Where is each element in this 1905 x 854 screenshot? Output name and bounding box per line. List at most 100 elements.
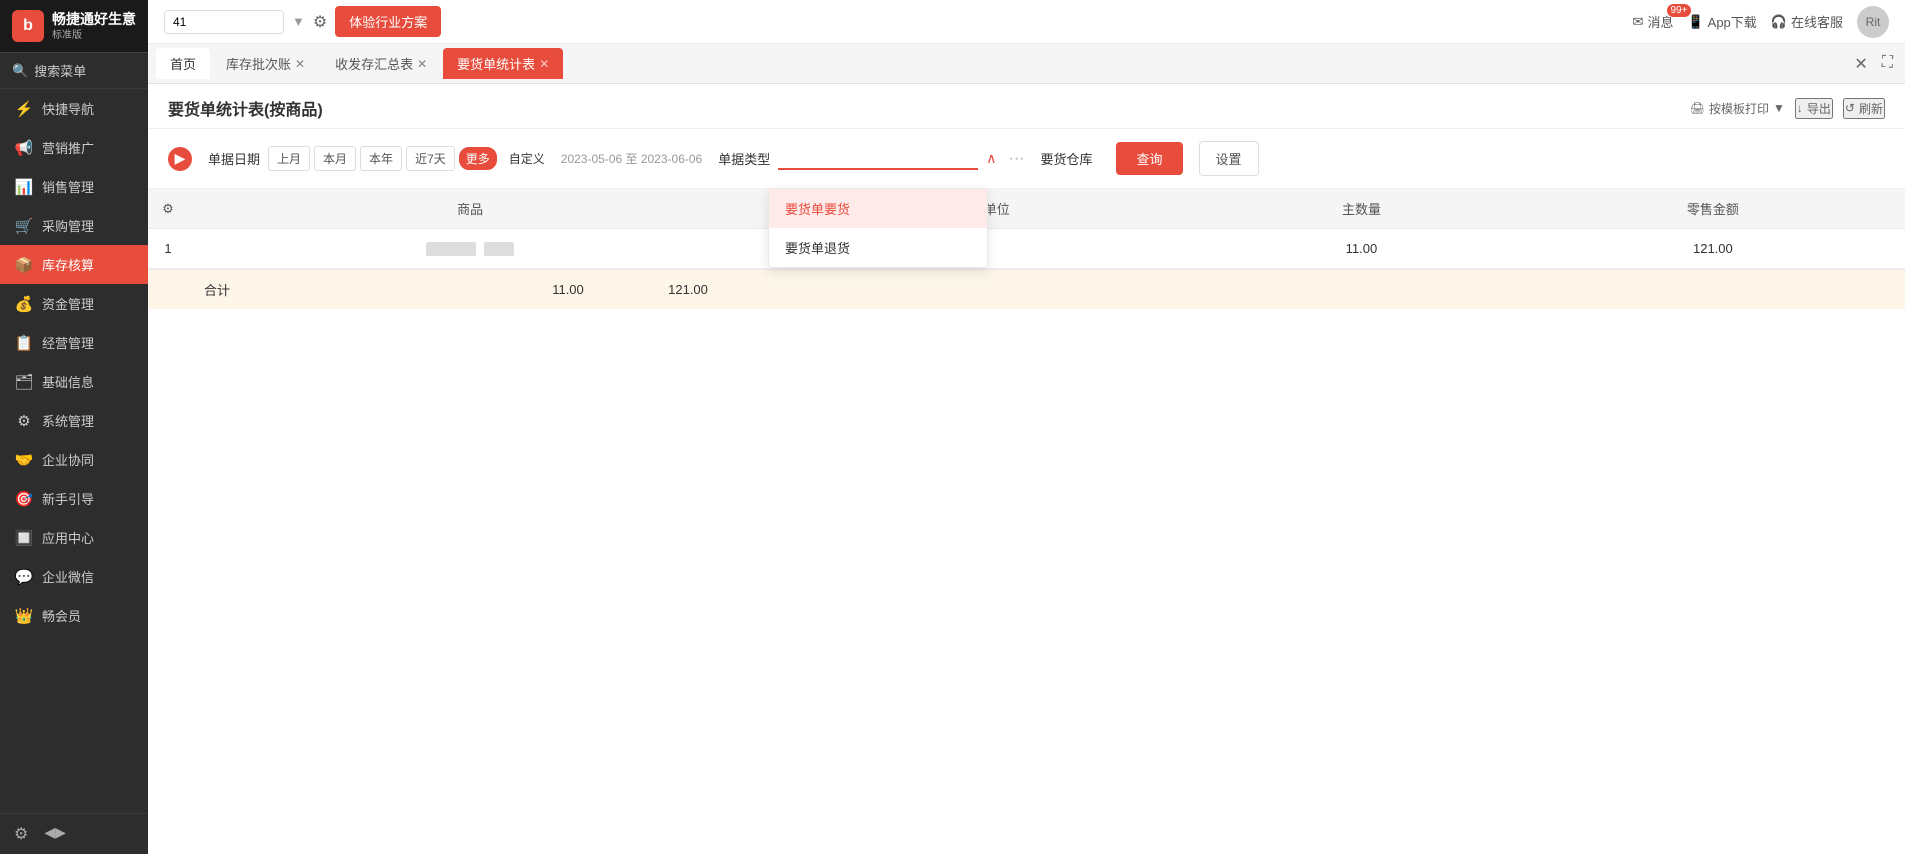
footer-quantity: 11.00 xyxy=(552,282,584,297)
sidebar-item-label-enterprise: 企业协同 xyxy=(42,450,94,469)
btn-refresh[interactable]: ↺ 刷新 xyxy=(1843,98,1885,119)
sidebar-item-marketing[interactable]: 📢营销推广 xyxy=(0,128,148,167)
sidebar-item-label-system: 系统管理 xyxy=(42,411,94,430)
finance-icon: 💰 xyxy=(14,295,34,313)
sidebar-item-operation[interactable]: 📋经营管理 xyxy=(0,323,148,362)
tab-order-stat-close[interactable]: ✕ xyxy=(539,57,549,71)
tab-inventory-batch-close[interactable]: ✕ xyxy=(295,57,305,71)
sidebar-item-enterprise[interactable]: 🤝 企业协同 xyxy=(0,440,148,479)
type-dropdown-menu: 要货单要货 要货单退货 xyxy=(768,188,988,268)
sidebar-item-purchase[interactable]: 🛒 采购管理 xyxy=(0,206,148,245)
warehouse-label: 要货仓库 xyxy=(1040,149,1092,168)
btn-export-label: 导出 xyxy=(1807,100,1831,117)
btn-refresh-label: 刷新 xyxy=(1859,100,1883,117)
date-btn-last-month[interactable]: 上月 xyxy=(268,146,310,171)
col-product: 商品 xyxy=(188,189,752,229)
sidebar-item-quick-nav[interactable]: ⚡ 快捷导航 xyxy=(0,89,148,128)
sidebar-search[interactable]: 🔍 搜索菜单 xyxy=(0,53,148,89)
table-row: 1 块 11.00 121.00 xyxy=(148,229,1905,269)
app-download-button[interactable]: 📱 App下载 xyxy=(1687,12,1756,31)
chevron-down-icon: ▼ xyxy=(1773,101,1785,115)
sidebar-item-finance[interactable]: 💰 资金管理 xyxy=(0,284,148,323)
filter-bar: ▶ 单据日期 上月 本月 本年 近7天 更多 自定义 2023-05-06 至 … xyxy=(148,129,1905,189)
app-download-label: App下载 xyxy=(1708,12,1757,31)
col-amount: 零售金额 xyxy=(1521,189,1905,229)
user-avatar[interactable]: Rit xyxy=(1857,6,1889,38)
tab-expand-button[interactable]: ⛶ xyxy=(1878,50,1897,78)
tab-order-stat-label: 要货单统计表 xyxy=(457,54,535,73)
table-settings-icon[interactable]: ⚙ xyxy=(162,201,174,216)
sidebar-item-basic[interactable]: 🗂基础信息 xyxy=(0,362,148,401)
topbar-dropdown-arrow[interactable]: ▼ xyxy=(292,14,305,29)
date-btn-this-year[interactable]: 本年 xyxy=(360,146,402,171)
page-content: 要货单统计表(按商品) 🖨 按模板打印 ▼ ↓ 导出 ↺ 刷新 ▶ xyxy=(148,84,1905,854)
service-icon: 🎧 xyxy=(1771,14,1787,30)
cell-quantity: 11.00 xyxy=(1202,229,1521,269)
btn-settings-filter[interactable]: 设置 xyxy=(1199,141,1259,176)
refresh-icon: ↺ xyxy=(1845,101,1855,115)
tab-receivable-label: 收发存汇总表 xyxy=(335,54,413,73)
sidebar-item-inventory[interactable]: 📦库存核算 xyxy=(0,245,148,284)
messages-button[interactable]: ✉ 消息 99+ xyxy=(1633,12,1674,31)
tab-order-stat[interactable]: 要货单统计表 ✕ xyxy=(443,48,563,79)
basic-icon: 🗂 xyxy=(14,373,34,391)
main-area: ▼ ⚙ 体验行业方案 ✉ 消息 99+ 📱 App下载 🎧 在线客服 Rit xyxy=(148,0,1905,854)
enterprise-icon: 🤝 xyxy=(14,451,34,469)
tab-home[interactable]: 首页 xyxy=(156,48,210,79)
online-service-label: 在线客服 xyxy=(1791,12,1843,31)
sidebar-item-label-wechat: 企业微信 xyxy=(42,567,94,586)
tab-inventory-batch[interactable]: 库存批次账 ✕ xyxy=(212,48,319,79)
btn-template-label: 按模板打印 xyxy=(1709,100,1769,117)
footer-label: 合计 xyxy=(204,283,230,298)
operation-icon: 📋 xyxy=(14,334,34,352)
online-service-button[interactable]: 🎧 在线客服 xyxy=(1771,12,1843,31)
sidebar-item-system[interactable]: ⚙系统管理 xyxy=(0,401,148,440)
data-table-wrap: ⚙ 商品 主计量单位 主数量 零售金额 1 块 11.00 121.00 xyxy=(148,189,1905,269)
sidebar-item-label-finance: 资金管理 xyxy=(42,294,94,313)
filter-expand-button[interactable]: ▶ xyxy=(168,147,192,171)
topbar-promo-button[interactable]: 体验行业方案 xyxy=(335,6,441,37)
type-input[interactable] xyxy=(778,147,978,170)
page-header: 要货单统计表(按商品) 🖨 按模板打印 ▼ ↓ 导出 ↺ 刷新 xyxy=(148,84,1905,129)
sidebar-item-wechat[interactable]: 💬 企业微信 xyxy=(0,557,148,596)
sidebar-item-apps[interactable]: 🔲应用中心 xyxy=(0,518,148,557)
app-title: 畅捷通好生意 xyxy=(52,10,136,28)
sales-icon: 📊 xyxy=(14,178,34,196)
type-more-icon[interactable]: ··· xyxy=(1008,150,1024,168)
dropdown-item-order-purchase[interactable]: 要货单要货 xyxy=(769,189,987,228)
page-title: 要货单统计表(按商品) xyxy=(168,96,323,120)
app-icon: b xyxy=(12,10,44,42)
quick-nav-icon: ⚡ xyxy=(14,100,34,118)
tab-close-all-button[interactable]: ✕ xyxy=(1850,50,1871,78)
btn-export[interactable]: ↓ 导出 xyxy=(1795,98,1833,119)
sidebar-item-label-apps: 应用中心 xyxy=(42,528,94,547)
date-btn-custom[interactable]: 自定义 xyxy=(501,147,553,170)
sidebar-collapse-icon[interactable]: ◀▶ xyxy=(44,824,66,844)
btn-template-print[interactable]: 🖨 按模板打印 ▼ xyxy=(1690,100,1785,117)
print-icon: 🖨 xyxy=(1690,101,1705,115)
sidebar-item-label-quick-nav: 快捷导航 xyxy=(42,99,94,118)
date-btn-more[interactable]: 更多 xyxy=(459,147,497,170)
topbar-gear-icon[interactable]: ⚙ xyxy=(313,12,327,32)
dropdown-item-order-return[interactable]: 要货单退货 xyxy=(769,228,987,267)
tab-receivable[interactable]: 收发存汇总表 ✕ xyxy=(321,48,441,79)
cell-amount: 121.00 xyxy=(1521,229,1905,269)
sidebar-item-guide[interactable]: 🎯新手引导 xyxy=(0,479,148,518)
sidebar-item-member[interactable]: 👑畅会员 xyxy=(0,596,148,635)
date-btn-this-month[interactable]: 本月 xyxy=(314,146,356,171)
btn-query[interactable]: 查询 xyxy=(1116,142,1182,175)
wechat-icon: 💬 xyxy=(14,568,34,586)
col-quantity: 主数量 xyxy=(1202,189,1521,229)
member-icon: 👑 xyxy=(14,607,34,625)
topbar-search-input[interactable] xyxy=(164,10,284,34)
tab-receivable-close[interactable]: ✕ xyxy=(417,57,427,71)
sidebar-item-sales[interactable]: 📊销售管理 xyxy=(0,167,148,206)
date-btn-7days[interactable]: 近7天 xyxy=(406,146,455,171)
sidebar-item-label-purchase: 采购管理 xyxy=(42,216,94,235)
sidebar-item-label-inventory: 库存核算 xyxy=(42,255,94,274)
settings-icon[interactable]: ⚙ xyxy=(14,824,28,844)
cell-product xyxy=(188,229,752,269)
guide-icon: 🎯 xyxy=(14,490,34,508)
type-dropdown-icon[interactable]: ∧ xyxy=(986,150,996,167)
purchase-icon: 🛒 xyxy=(14,217,34,235)
